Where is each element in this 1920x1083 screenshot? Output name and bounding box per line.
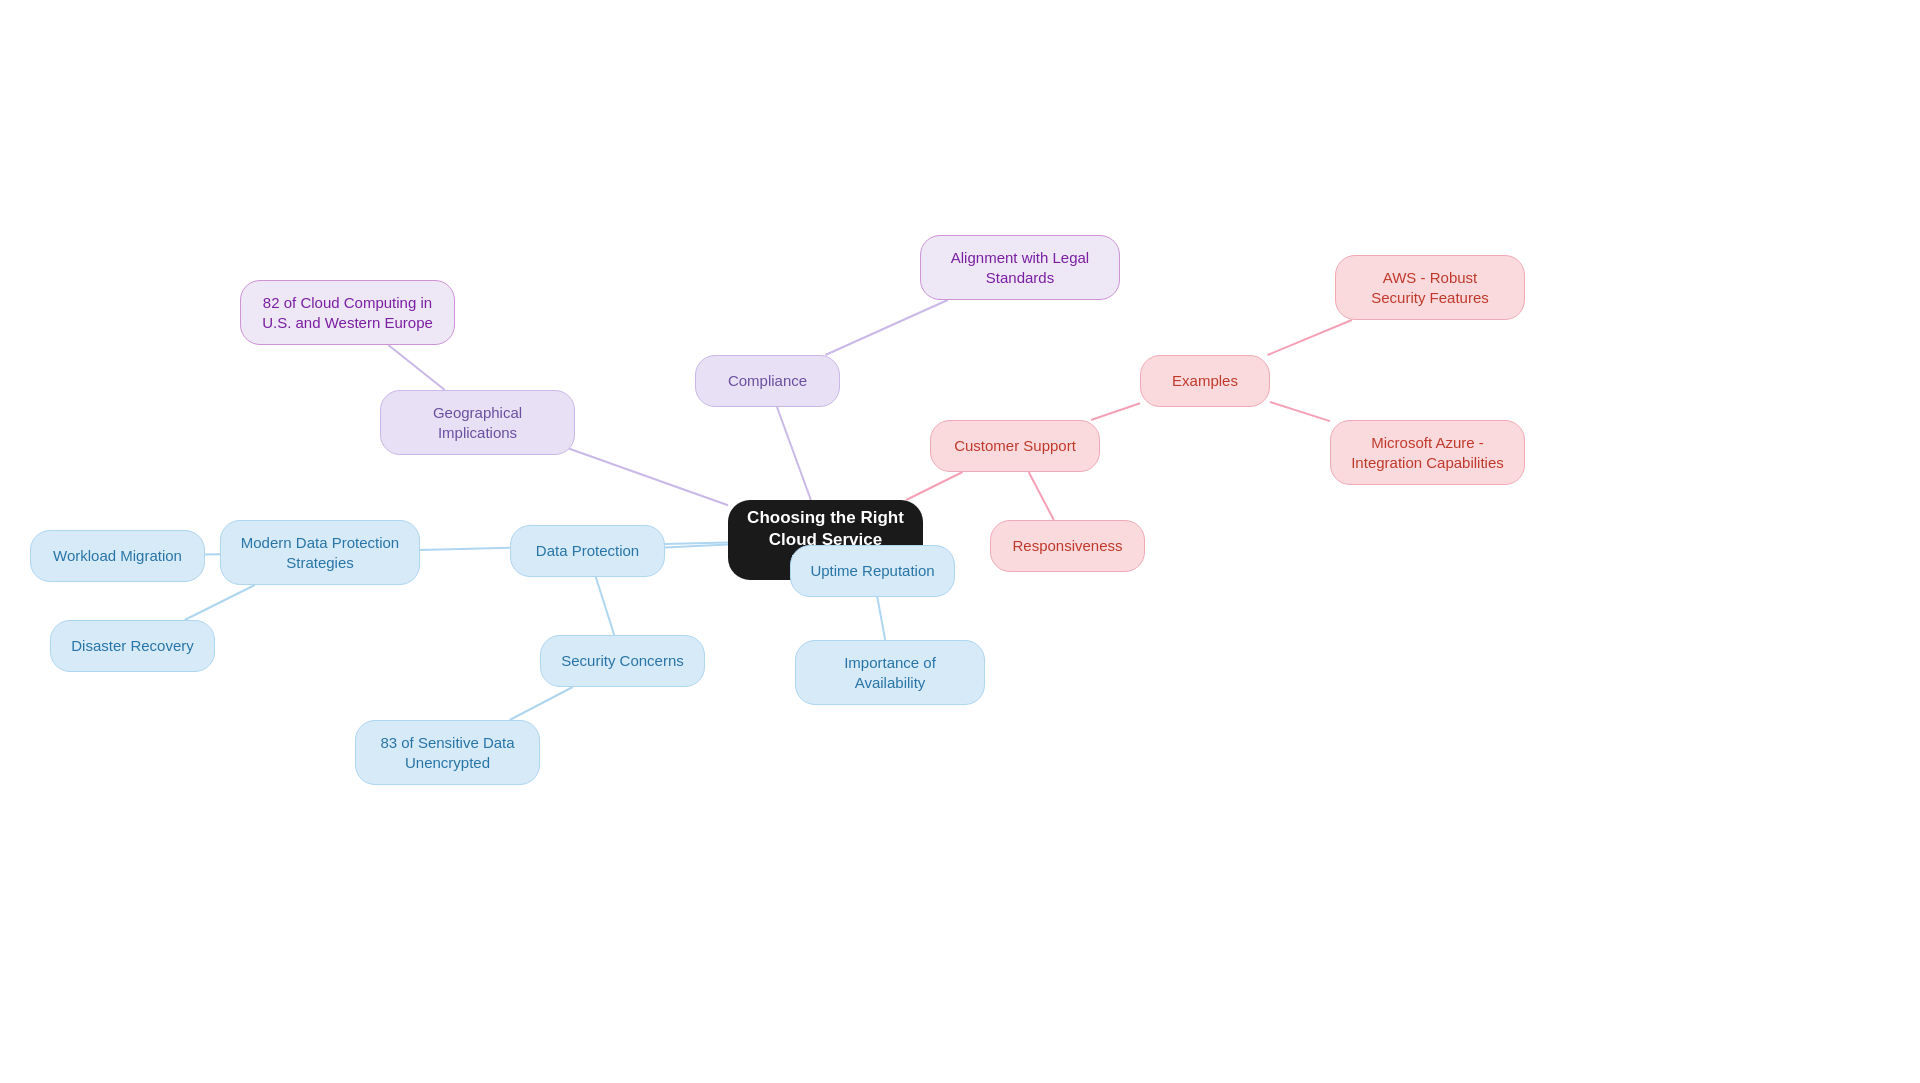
node-examples: Examples — [1140, 355, 1270, 407]
node-cloud_computing: 82 of Cloud Computing in U.S. and Wester… — [240, 280, 455, 345]
connection-uptime_reputation-importance_availability — [877, 597, 885, 640]
node-modern_data: Modern Data Protection Strategies — [220, 520, 420, 585]
node-importance_availability: Importance of Availability — [795, 640, 985, 705]
connection-center-compliance — [777, 407, 811, 500]
connection-compliance-alignment — [825, 300, 947, 355]
node-aws: AWS - Robust Security Features — [1335, 255, 1525, 320]
node-compliance: Compliance — [695, 355, 840, 407]
connection-customer_support-responsiveness — [1029, 472, 1054, 520]
connection-customer_support-examples — [1091, 403, 1140, 420]
connection-center-customer_support — [906, 472, 962, 500]
node-alignment: Alignment with Legal Standards — [920, 235, 1120, 300]
node-customer_support: Customer Support — [930, 420, 1100, 472]
connection-examples-aws — [1268, 320, 1352, 355]
node-azure: Microsoft Azure - Integration Capabiliti… — [1330, 420, 1525, 485]
connection-center-geo_implications — [550, 442, 728, 505]
connection-examples-azure — [1270, 402, 1330, 421]
node-uptime_reputation: Uptime Reputation — [790, 545, 955, 597]
node-responsiveness: Responsiveness — [990, 520, 1145, 572]
mind-map: Choosing the Right Cloud Service Provide… — [0, 0, 1920, 1083]
node-geo_implications: Geographical Implications — [380, 390, 575, 455]
node-workload_migration: Workload Migration — [30, 530, 205, 582]
node-data_protection: Data Protection — [510, 525, 665, 577]
connection-geo_implications-cloud_computing — [388, 345, 445, 390]
connection-security_concerns-sensitive_data — [510, 687, 573, 720]
connection-center-data_protection — [665, 545, 728, 548]
node-security_concerns: Security Concerns — [540, 635, 705, 687]
connection-modern_data-disaster_recovery — [185, 585, 255, 620]
node-disaster_recovery: Disaster Recovery — [50, 620, 215, 672]
connection-data_protection-security_concerns — [596, 577, 614, 635]
node-sensitive_data: 83 of Sensitive Data Unencrypted — [355, 720, 540, 785]
